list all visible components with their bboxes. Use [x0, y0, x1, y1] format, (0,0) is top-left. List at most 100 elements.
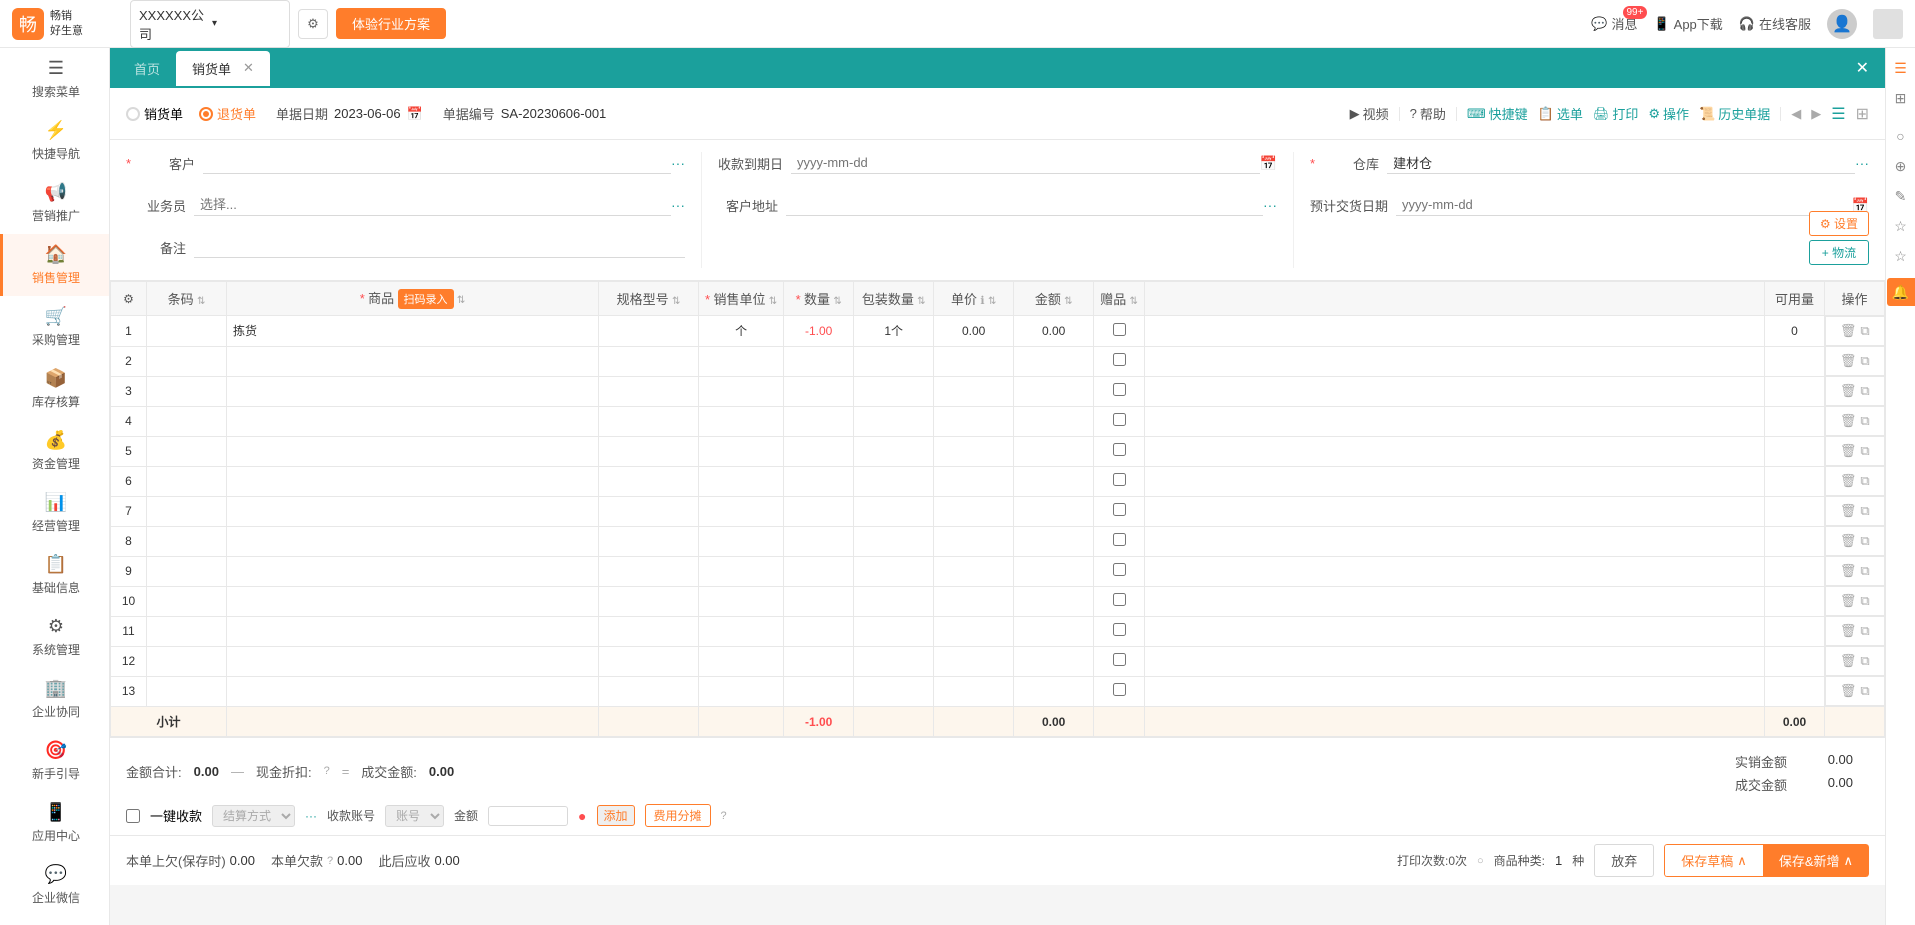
save-new-button[interactable]: 保存&新增 ∧ — [1763, 844, 1869, 877]
row-unit[interactable]: 个 — [699, 316, 784, 347]
row-copy-icon[interactable]: ⧉ — [1860, 503, 1869, 519]
deliverydate-input[interactable] — [1396, 194, 1852, 216]
sidebar-item-inventory[interactable]: 📦 库存核算 — [0, 358, 109, 420]
th-unit-sort[interactable]: ⇅ — [769, 296, 777, 307]
sidebar-item-finance[interactable]: 💰 资金管理 — [0, 420, 109, 482]
company-selector[interactable]: XXXXXX公司 ▾ — [130, 0, 290, 48]
sidebar-item-sales[interactable]: 🏠 销售管理 — [0, 234, 109, 296]
close-window-icon[interactable]: ✕ — [1848, 58, 1877, 78]
sidebar-item-operations[interactable]: 📊 经营管理 — [0, 482, 109, 544]
settings-icon-btn[interactable]: ⚙ — [298, 9, 328, 39]
sidebar-item-search[interactable]: ☰ 搜索菜单 — [0, 48, 109, 110]
online-service-btn[interactable]: 🎧 在线客服 — [1739, 14, 1811, 33]
row-delete-icon[interactable]: 🗑 — [1840, 563, 1857, 579]
toolbar-help[interactable]: ? 帮助 — [1410, 104, 1446, 123]
rs-star2-icon[interactable]: ☆ — [1889, 244, 1913, 268]
customer-dots-btn[interactable]: ··· — [671, 155, 685, 171]
one-click-pay-checkbox[interactable] — [126, 809, 140, 823]
message-btn[interactable]: 💬 消息 99+ — [1591, 14, 1637, 33]
th-amount-sort[interactable]: ⇅ — [1064, 296, 1072, 307]
warehouse-input[interactable] — [1387, 152, 1855, 174]
row-delete-icon[interactable]: 🗑 — [1840, 653, 1857, 669]
toolbar-print[interactable]: 🖨 打印 — [1593, 104, 1639, 123]
rs-circle-icon[interactable]: ○ — [1889, 124, 1913, 148]
row-price[interactable]: 0.00 — [934, 316, 1014, 347]
user-menu-btn[interactable] — [1873, 9, 1903, 39]
calendar-icon[interactable]: 📅 — [407, 106, 423, 122]
row-delete-icon[interactable]: 🗑 — [1840, 503, 1857, 519]
row-delete-icon[interactable]: 🗑 — [1840, 443, 1857, 459]
toolbar-video[interactable]: ▶ 视频 — [1350, 104, 1389, 123]
tab-close-icon[interactable]: ✕ — [243, 60, 254, 76]
th-pkgqty-sort[interactable]: ⇅ — [917, 296, 925, 307]
rs-grid-icon[interactable]: ⊞ — [1889, 86, 1913, 110]
row-delete-icon[interactable]: 🗑 — [1840, 323, 1857, 339]
sidebar-item-marketing[interactable]: 📢 营销推广 — [0, 172, 109, 234]
row-copy-icon[interactable]: ⧉ — [1860, 653, 1869, 669]
row-delete-icon[interactable]: 🗑 — [1840, 383, 1857, 399]
row-delete-icon[interactable]: 🗑 — [1840, 683, 1857, 699]
prev-doc-icon[interactable]: ◀ — [1791, 106, 1801, 122]
rs-edit-icon[interactable]: ✎ — [1889, 184, 1913, 208]
rs-star-icon[interactable]: ☆ — [1889, 214, 1913, 238]
sidebar-item-quicknav[interactable]: ⚡ 快捷导航 — [0, 110, 109, 172]
th-gift-sort[interactable]: ⇅ — [1130, 296, 1138, 307]
th-settings[interactable]: ⚙ — [111, 282, 147, 316]
row-copy-icon[interactable]: ⧉ — [1860, 533, 1869, 549]
calc-dots-btn[interactable]: ··· — [305, 809, 317, 823]
toolbar-shortcut[interactable]: ⌨ 快捷键 — [1467, 104, 1528, 123]
trial-button[interactable]: 体验行业方案 — [336, 8, 446, 39]
rs-list-icon[interactable]: ☰ — [1889, 56, 1913, 80]
duedate-input[interactable] — [791, 152, 1260, 174]
row-pkgqty[interactable]: 1个 — [854, 316, 934, 347]
row-copy-icon[interactable]: ⧉ — [1860, 353, 1869, 369]
fee-split-button[interactable]: 费用分摊 — [645, 804, 711, 827]
row-delete-icon[interactable]: 🗑 — [1840, 473, 1857, 489]
sidebar-item-purchase[interactable]: 🛒 采购管理 — [0, 296, 109, 358]
row-delete-icon[interactable]: 🗑 — [1840, 533, 1857, 549]
salesperson-dots-btn[interactable]: ··· — [671, 197, 685, 213]
th-barcode-sort[interactable]: ⇅ — [197, 296, 205, 307]
due-q-icon[interactable]: ? — [327, 855, 333, 867]
sidebar-item-basics[interactable]: 📋 基础信息 — [0, 544, 109, 606]
row-goods[interactable]: 拣货 — [227, 316, 599, 347]
sidebar-item-system[interactable]: ⚙ 系统管理 — [0, 606, 109, 668]
bank-account-select[interactable]: 账号 — [385, 805, 444, 827]
row-copy-icon[interactable]: ⧉ — [1860, 593, 1869, 609]
calc-method-select[interactable]: 结算方式 — [212, 805, 295, 827]
save-draft-button[interactable]: 保存草稿 ∧ — [1664, 844, 1763, 877]
customeraddr-input[interactable] — [786, 194, 1263, 216]
sidebar-item-enterprise[interactable]: 🏢 企业协同 — [0, 668, 109, 730]
row-copy-icon[interactable]: ⧉ — [1860, 443, 1869, 459]
list-view-icon[interactable]: ☰ — [1831, 104, 1845, 124]
next-doc-icon[interactable]: ▶ — [1811, 106, 1821, 122]
fee-info-icon[interactable]: ? — [721, 810, 727, 822]
row-copy-icon[interactable]: ⧉ — [1860, 563, 1869, 579]
customer-input[interactable] — [203, 152, 671, 174]
row-barcode[interactable] — [147, 316, 227, 347]
rs-orange-btn[interactable]: 🔔 — [1887, 278, 1915, 306]
toolbar-choose[interactable]: 📋 选单 — [1538, 104, 1583, 123]
customeraddr-dots-btn[interactable]: ··· — [1263, 197, 1277, 213]
setting-button[interactable]: ⚙ 设置 — [1809, 211, 1869, 236]
row-copy-icon[interactable]: ⧉ — [1860, 473, 1869, 489]
row-copy-icon[interactable]: ⧉ — [1860, 323, 1869, 339]
th-spec-sort[interactable]: ⇅ — [672, 296, 680, 307]
rs-plus-icon[interactable]: ⊕ — [1889, 154, 1913, 178]
sidebar-item-appstore[interactable]: 📱 应用中心 — [0, 792, 109, 854]
discount-info-icon[interactable]: ? — [324, 765, 330, 777]
user-avatar[interactable]: 👤 — [1827, 9, 1857, 39]
toolbar-history[interactable]: 📜 历史单据 — [1699, 104, 1770, 123]
warehouse-dots-btn[interactable]: ··· — [1855, 155, 1869, 171]
grid-view-icon[interactable]: ⊞ — [1856, 104, 1869, 124]
row-amount[interactable]: 0.00 — [1014, 316, 1094, 347]
toolbar-operate[interactable]: ⚙ 操作 — [1648, 104, 1689, 123]
row-gift[interactable] — [1094, 316, 1145, 347]
radio-sale[interactable]: 销货单 — [126, 104, 183, 123]
scan-btn[interactable]: 扫码录入 — [398, 289, 454, 309]
abandon-button[interactable]: 放弃 — [1594, 844, 1654, 877]
row-delete-icon[interactable]: 🗑 — [1840, 413, 1857, 429]
duedate-calendar-icon[interactable]: 📅 — [1260, 155, 1277, 172]
row-copy-icon[interactable]: ⧉ — [1860, 683, 1869, 699]
add-button[interactable]: 添加 — [597, 805, 635, 826]
